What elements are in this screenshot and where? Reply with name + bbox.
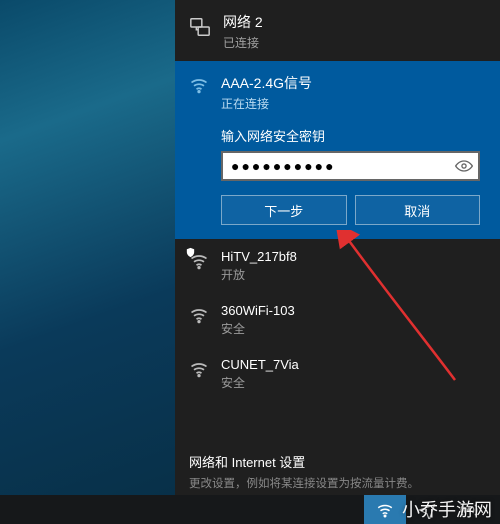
connecting-ssid: AAA-2.4G信号: [221, 73, 312, 93]
password-input[interactable]: [221, 151, 480, 181]
taskbar-airplane-button[interactable]: [406, 495, 448, 524]
taskbar: [0, 495, 500, 524]
current-network-status: 已连接: [223, 34, 263, 51]
network-security: 开放: [221, 266, 297, 283]
wifi-icon: [189, 359, 209, 379]
taskbar-wifi-button[interactable]: [364, 495, 406, 524]
current-network-header: 网络 2 已连接: [175, 0, 500, 61]
wifi-icon: [189, 75, 209, 95]
network-ssid: CUNET_7Via: [221, 357, 299, 372]
network-security: 安全: [221, 374, 299, 391]
network-item[interactable]: CUNET_7Via 安全: [175, 347, 500, 401]
wifi-icon: [189, 251, 209, 271]
network-flyout-panel: 网络 2 已连接 AAA-2.4G信号 正在连接 输入网络安全密钥: [175, 0, 500, 495]
shield-icon: [185, 247, 196, 258]
network-settings-desc: 更改设置，例如将某连接设置为按流量计费。: [189, 475, 486, 491]
next-button-label: 下一步: [264, 201, 303, 220]
network-security: 安全: [221, 320, 295, 337]
cancel-button[interactable]: 取消: [355, 195, 481, 225]
network-item[interactable]: HiTV_217bf8 开放: [175, 239, 500, 293]
network-item[interactable]: 360WiFi-103 安全: [175, 293, 500, 347]
ethernet-icon: [189, 16, 211, 38]
wifi-icon: [189, 305, 209, 325]
cancel-button-label: 取消: [404, 201, 430, 220]
next-button[interactable]: 下一步: [221, 195, 347, 225]
network-settings-link[interactable]: 网络和 Internet 设置: [189, 452, 486, 471]
connecting-status: 正在连接: [221, 95, 312, 112]
current-network-title: 网络 2: [223, 12, 263, 32]
reveal-password-icon[interactable]: [454, 156, 474, 176]
network-ssid: 360WiFi-103: [221, 303, 295, 318]
network-settings-footer: 网络和 Internet 设置 更改设置，例如将某连接设置为按流量计费。: [175, 442, 500, 495]
taskbar-hotspot-button[interactable]: [448, 495, 490, 524]
network-ssid: HiTV_217bf8: [221, 249, 297, 264]
password-prompt: 输入网络安全密钥: [221, 126, 486, 145]
connecting-network-section: AAA-2.4G信号 正在连接 输入网络安全密钥 下一步 取消: [175, 61, 500, 239]
available-networks-list: HiTV_217bf8 开放 360WiFi-103 安全: [175, 239, 500, 442]
